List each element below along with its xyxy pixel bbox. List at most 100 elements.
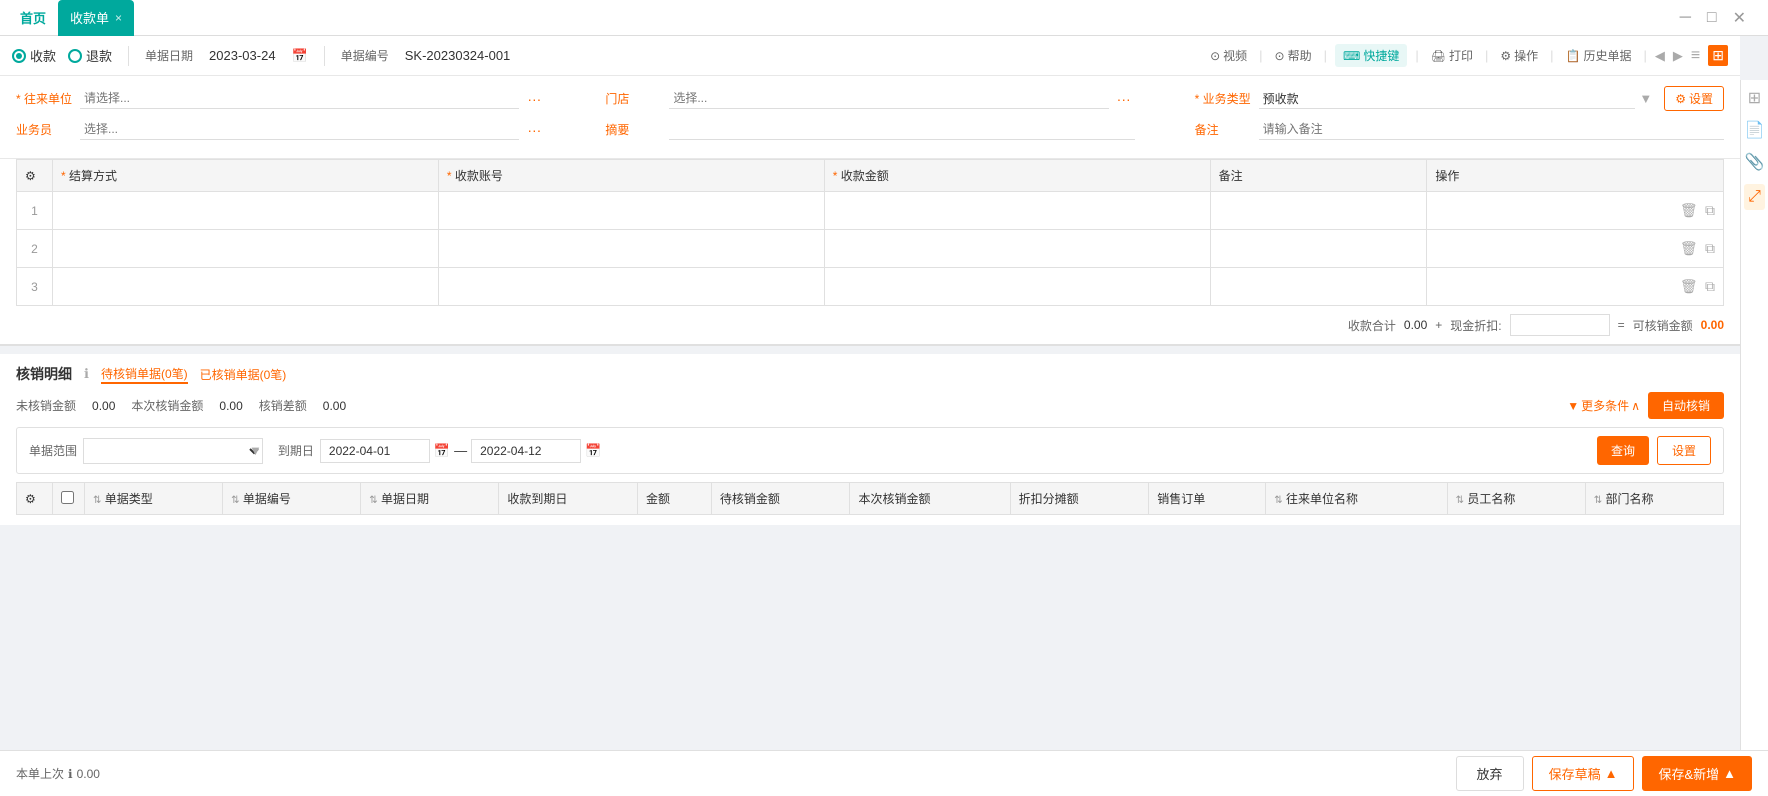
remark-label: 备注	[1195, 121, 1255, 138]
close-tab-icon[interactable]: ×	[115, 11, 122, 25]
date-range-dash: —	[454, 443, 467, 458]
tab-receipt[interactable]: 收款单 ×	[58, 0, 134, 36]
row3-copy-icon[interactable]: ⧉	[1705, 278, 1715, 294]
due-date-start-input[interactable]	[320, 439, 430, 463]
unchecked-label: 未核销金额	[16, 397, 76, 414]
current-reconcile-value: 0.00	[219, 399, 242, 413]
row3-amount[interactable]	[824, 268, 1210, 306]
th-voucher-no: ⇅ 单据编号	[223, 483, 361, 515]
th-counterpart-name: ⇅ 往来单位名称	[1266, 483, 1447, 515]
calendar-icon[interactable]: 📅	[292, 48, 308, 64]
diff-value: 0.00	[323, 399, 346, 413]
row3-account[interactable]	[438, 268, 824, 306]
history-btn[interactable]: 📋 历史单据	[1562, 45, 1636, 66]
th-remark: 备注	[1210, 160, 1427, 192]
end-calendar-icon[interactable]: 📅	[585, 443, 601, 459]
settings-button[interactable]: ⚙ 业务类型 设置	[1664, 86, 1724, 111]
salesperson-field: 业务员 ···	[16, 119, 545, 140]
save-new-dropdown-icon[interactable]: ▲	[1723, 766, 1736, 781]
summary-label: 摘要	[605, 121, 665, 138]
close-window-button[interactable]: ✕	[1727, 6, 1752, 30]
radio-refund[interactable]: 退款	[68, 46, 112, 65]
th-account: * 收款账号	[438, 160, 824, 192]
auto-reconcile-btn[interactable]: 自动核销	[1648, 392, 1724, 419]
list-view-icon[interactable]: ≡	[1691, 47, 1700, 65]
business-type-field: 业务类型 ▼ ⚙ 业务类型 设置	[1195, 86, 1724, 111]
maximize-button[interactable]: □	[1701, 7, 1723, 29]
gear-header[interactable]: ⚙	[17, 160, 53, 192]
sidebar-attachment-icon[interactable]: 📎	[1745, 152, 1765, 172]
counterpart-more-icon[interactable]: ···	[523, 91, 545, 107]
row2-account[interactable]	[438, 230, 824, 268]
row2-copy-icon[interactable]: ⧉	[1705, 240, 1715, 256]
row3-settlement[interactable]	[53, 268, 439, 306]
start-calendar-icon[interactable]: 📅	[434, 443, 450, 459]
sidebar-table-icon[interactable]: ⊞	[1748, 88, 1761, 108]
grid-view-icon[interactable]: ⊞	[1708, 45, 1728, 66]
operation-btn[interactable]: ⚙ 操作	[1496, 45, 1542, 66]
save-draft-btn[interactable]: 保存草稿 ▲	[1532, 756, 1635, 791]
row2-amount[interactable]	[824, 230, 1210, 268]
business-type-dropdown-icon[interactable]: ▼	[1639, 91, 1652, 106]
remark-input[interactable]	[1259, 119, 1724, 140]
salesperson-more-icon[interactable]: ···	[523, 122, 545, 138]
row1-settlement[interactable]	[53, 192, 439, 230]
discard-btn[interactable]: 放弃	[1456, 756, 1524, 791]
sidebar-link-icon[interactable]: ⤢	[1744, 184, 1765, 210]
more-conditions-btn[interactable]: ▼ 更多条件 ∧	[1567, 397, 1640, 414]
done-tab-link[interactable]: 已核销单据(0笔)	[200, 366, 287, 383]
counterpart-field: 往来单位 ···	[16, 88, 545, 109]
voucher-no-value: SK-20230324-001	[405, 48, 511, 63]
salesperson-input[interactable]	[80, 119, 519, 140]
pending-tab-link[interactable]: 待核销单据(0笔)	[101, 365, 188, 384]
row1-copy-icon[interactable]: ⧉	[1705, 202, 1715, 218]
row2-remark[interactable]	[1210, 230, 1427, 268]
toolbar-divider-2	[324, 46, 325, 66]
row1-remark[interactable]	[1210, 192, 1427, 230]
tab-home[interactable]: 首页	[8, 0, 58, 36]
shop-input[interactable]	[669, 88, 1108, 109]
bottom-checkbox-header[interactable]	[53, 483, 85, 515]
video-icon: ⊙	[1210, 49, 1220, 63]
shortcut-btn[interactable]: ⌨ 快捷键	[1335, 44, 1407, 67]
nav-next-icon[interactable]: ▶	[1673, 48, 1683, 64]
summary-input[interactable]	[669, 119, 1134, 140]
form-fields: 往来单位 ··· 门店 ··· 业务类型 ▼ ⚙ 业务类型 设置	[0, 76, 1740, 159]
row2-delete-icon[interactable]: 🗑	[1680, 240, 1698, 256]
reconcile-stats: 未核销金额 0.00 本次核销金额 0.00 核销差额 0.00 ▼ 更多条件 …	[16, 392, 1724, 419]
row3-delete-icon[interactable]: 🗑	[1680, 278, 1698, 294]
save-draft-dropdown-icon[interactable]: ▲	[1605, 766, 1618, 781]
radio-receipt[interactable]: 收款	[12, 46, 56, 65]
settings-filter-btn[interactable]: 设置	[1657, 436, 1711, 465]
th-sales-order: 销售订单	[1149, 483, 1266, 515]
query-btn[interactable]: 查询	[1597, 436, 1649, 465]
help-btn[interactable]: ⊙ 帮助	[1271, 45, 1316, 66]
th-current-reconcile: 本次核销金额	[850, 483, 1010, 515]
voucher-no-label: 单据编号	[341, 47, 389, 64]
video-btn[interactable]: ⊙ 视频	[1206, 45, 1251, 66]
voucher-range-select[interactable]	[83, 438, 263, 464]
row1-account[interactable]	[438, 192, 824, 230]
nav-prev-icon[interactable]: ◀	[1655, 48, 1665, 64]
equals-symbol: =	[1618, 318, 1625, 332]
discount-input[interactable]	[1510, 314, 1610, 336]
table-settings-icon[interactable]: ⚙	[25, 169, 36, 183]
bottom-settings-icon[interactable]: ⚙	[25, 492, 36, 506]
row-num-3: 3	[17, 268, 53, 306]
business-type-input[interactable]	[1259, 88, 1636, 109]
sidebar-document-icon[interactable]: 📄	[1745, 120, 1765, 140]
due-date-end-input[interactable]	[471, 439, 581, 463]
bottom-gear-header[interactable]: ⚙	[17, 483, 53, 515]
print-btn[interactable]: 🖨 打印	[1427, 45, 1477, 66]
row3-remark[interactable]	[1210, 268, 1427, 306]
row1-amount[interactable]	[824, 192, 1210, 230]
select-all-checkbox[interactable]	[61, 491, 74, 504]
save-new-btn[interactable]: 保存&新增 ▲	[1642, 756, 1752, 791]
shop-more-icon[interactable]: ···	[1113, 91, 1135, 107]
row1-delete-icon[interactable]: 🗑	[1680, 202, 1698, 218]
table-row: 1 🗑 ⧉	[17, 192, 1724, 230]
counterpart-input[interactable]	[80, 88, 519, 109]
row2-settlement[interactable]	[53, 230, 439, 268]
minimize-button[interactable]: ─	[1674, 7, 1697, 29]
filter-row: 单据范围 ▼ 到期日 📅 — 📅 查询 设置	[16, 427, 1724, 474]
